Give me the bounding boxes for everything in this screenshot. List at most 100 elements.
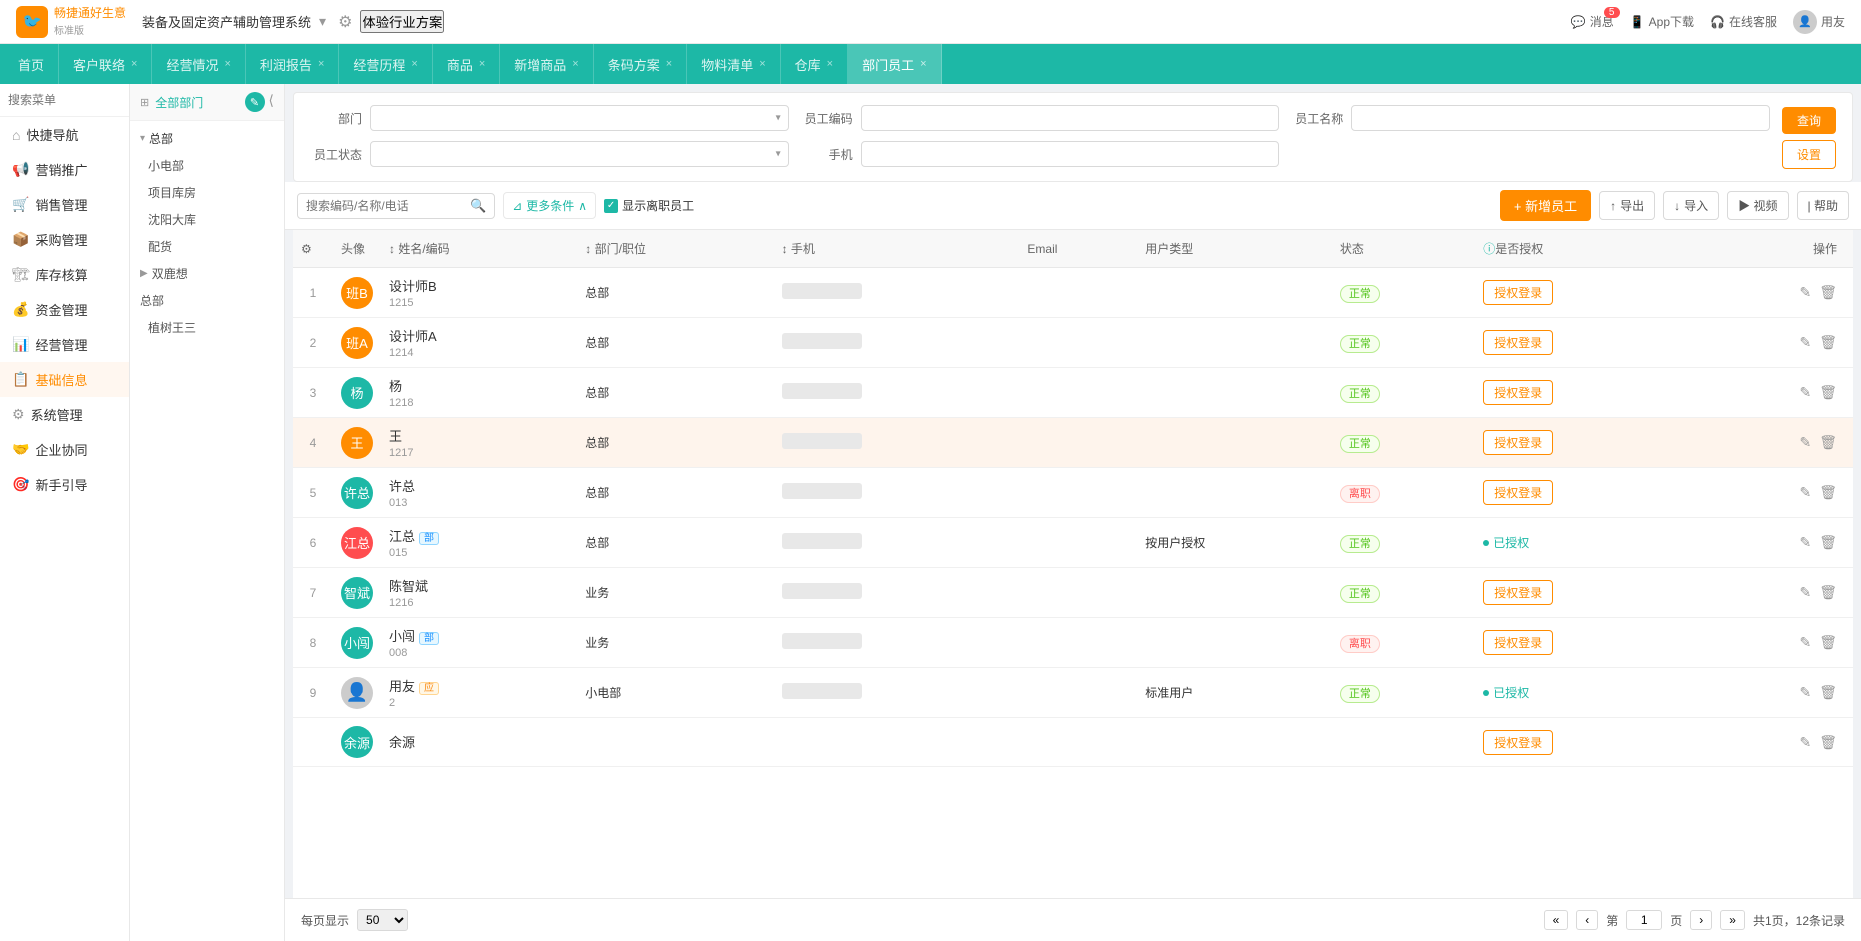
sidebar-item-inventory[interactable]: 🏗 库存核算 [0,257,129,292]
tab-warehouse[interactable]: 仓库× [781,44,848,84]
close-icon[interactable]: × [131,58,137,70]
first-page-btn[interactable]: « [1544,910,1569,930]
last-page-btn[interactable]: » [1720,910,1745,930]
tab-department[interactable]: 部门员工× [848,44,941,84]
tab-new-goods[interactable]: 新增商品× [500,44,593,84]
search-input[interactable] [8,93,130,107]
settings-icon[interactable]: ⚙ [338,12,352,32]
dept-select[interactable] [370,105,789,131]
show-inactive-checkbox[interactable]: ✓ [604,199,618,213]
dept-edit-btn[interactable]: ✎ [245,92,265,112]
more-filter-btn[interactable]: ⊿ 更多条件 ∧ [503,192,596,219]
import-button[interactable]: ↓ 导入 [1663,191,1719,220]
auth-button[interactable]: 授权登录 [1483,280,1553,305]
collapse-btn[interactable]: ⟨ [269,92,274,112]
auth-button[interactable]: 授权登录 [1483,380,1553,405]
edit-icon[interactable]: ✎ [1799,384,1811,401]
edit-icon[interactable]: ✎ [1799,484,1811,501]
notification-area[interactable]: 💬 消息 5 [1571,13,1614,30]
delete-icon[interactable]: 🗑 [1819,284,1837,301]
online-service[interactable]: 🎧 在线客服 [1710,13,1777,30]
edit-icon[interactable]: ✎ [1799,584,1811,601]
export-button[interactable]: ↑ 导出 [1599,191,1655,220]
prev-page-btn[interactable]: ‹ [1576,910,1598,930]
sidebar-item-basic[interactable]: 📋 基础信息 [0,362,129,397]
tab-customer[interactable]: 客户联络× [59,44,152,84]
dept-item-zongbu-group[interactable]: ▾ 总部 [130,125,284,152]
delete-icon[interactable]: 🗑 [1819,384,1837,401]
delete-icon[interactable]: 🗑 [1819,584,1837,601]
edit-icon[interactable]: ✎ [1799,684,1811,701]
search-input[interactable] [306,199,466,213]
phone-input[interactable] [861,141,1280,167]
edit-icon[interactable]: ✎ [1799,634,1811,651]
edit-icon[interactable]: ✎ [1799,434,1811,451]
auth-button[interactable]: 授权登录 [1483,330,1553,355]
close-icon[interactable]: × [759,58,765,70]
auth-button[interactable]: 授权登录 [1483,730,1553,755]
auth-button[interactable]: 授权登录 [1483,430,1553,455]
dept-item-shenyang[interactable]: 沈阳大库 [130,206,284,233]
sidebar-item-sales[interactable]: 🛒 销售管理 [0,187,129,222]
tab-home[interactable]: 首页 [4,44,59,84]
dept-item-peihuo[interactable]: 配货 [130,233,284,260]
page-size-select[interactable]: 50 100 [357,909,408,931]
emp-name-input[interactable] [1351,105,1770,131]
sidebar-item-enterprise[interactable]: 🤝 企业协同 [0,432,129,467]
edit-icon[interactable]: ✎ [1799,284,1811,301]
edit-icon[interactable]: ✎ [1799,534,1811,551]
help-button[interactable]: | 帮助 [1797,191,1849,220]
sidebar-item-operation[interactable]: 📊 经营管理 [0,327,129,362]
delete-icon[interactable]: 🗑 [1819,734,1837,751]
delete-icon[interactable]: 🗑 [1819,534,1837,551]
user-area[interactable]: 👤 用友 [1793,10,1845,34]
video-button[interactable]: ▶ 视频 [1727,191,1788,220]
trial-button[interactable]: 体验行业方案 [360,10,444,33]
delete-icon[interactable]: 🗑 [1819,334,1837,351]
delete-icon[interactable]: 🗑 [1819,434,1837,451]
sidebar-item-shortcut[interactable]: ⌂ 快捷导航 [0,117,129,152]
tab-bom[interactable]: 物料清单× [687,44,780,84]
delete-icon[interactable]: 🗑 [1819,684,1837,701]
sidebar-item-purchase[interactable]: 📦 采购管理 [0,222,129,257]
page-number-input[interactable] [1626,910,1662,930]
app-download[interactable]: 📱 App下载 [1630,13,1694,30]
sidebar-item-guide[interactable]: 🎯 新手引导 [0,467,129,502]
close-icon[interactable]: × [827,58,833,70]
close-icon[interactable]: × [411,58,417,70]
close-icon[interactable]: × [479,58,485,70]
tab-operation[interactable]: 经营情况× [152,44,245,84]
status-select[interactable] [370,141,789,167]
tab-barcode[interactable]: 条码方案× [594,44,687,84]
close-icon[interactable]: × [920,58,926,70]
add-employee-button[interactable]: + 新增员工 [1500,190,1591,221]
edit-icon[interactable]: ✎ [1799,734,1811,751]
system-title-dropdown-icon[interactable]: ▾ [319,13,326,30]
close-icon[interactable]: × [318,58,324,70]
settings-icon[interactable]: ⚙ [301,242,312,256]
search-button[interactable]: 查询 [1782,107,1836,134]
dept-item-shuanglu[interactable]: ▶ 双鹿想 [130,260,284,287]
delete-icon[interactable]: 🗑 [1819,484,1837,501]
auth-button[interactable]: 授权登录 [1483,580,1553,605]
dept-item-xiaodian[interactable]: 小电部 [130,152,284,179]
next-page-btn[interactable]: › [1690,910,1712,930]
sidebar-item-marketing[interactable]: 📢 营销推广 [0,152,129,187]
emp-code-input[interactable] [861,105,1280,131]
tab-profit[interactable]: 利润报告× [246,44,339,84]
auth-button[interactable]: 授权登录 [1483,630,1553,655]
sidebar-item-system[interactable]: ⚙ 系统管理 [0,397,129,432]
delete-icon[interactable]: 🗑 [1819,634,1837,651]
set-button[interactable]: 设置 [1782,140,1836,169]
close-icon[interactable]: × [666,58,672,70]
tab-goods[interactable]: 商品× [433,44,500,84]
tab-history[interactable]: 经营历程× [339,44,432,84]
dept-item-zongbu[interactable]: 总部 [130,287,284,314]
dept-item-zhishu[interactable]: 植树王三 [130,314,284,341]
close-icon[interactable]: × [224,58,230,70]
sidebar-item-finance[interactable]: 💰 资金管理 [0,292,129,327]
close-icon[interactable]: × [572,58,578,70]
edit-icon[interactable]: ✎ [1799,334,1811,351]
auth-button[interactable]: 授权登录 [1483,480,1553,505]
dept-item-project[interactable]: 项目库房 [130,179,284,206]
